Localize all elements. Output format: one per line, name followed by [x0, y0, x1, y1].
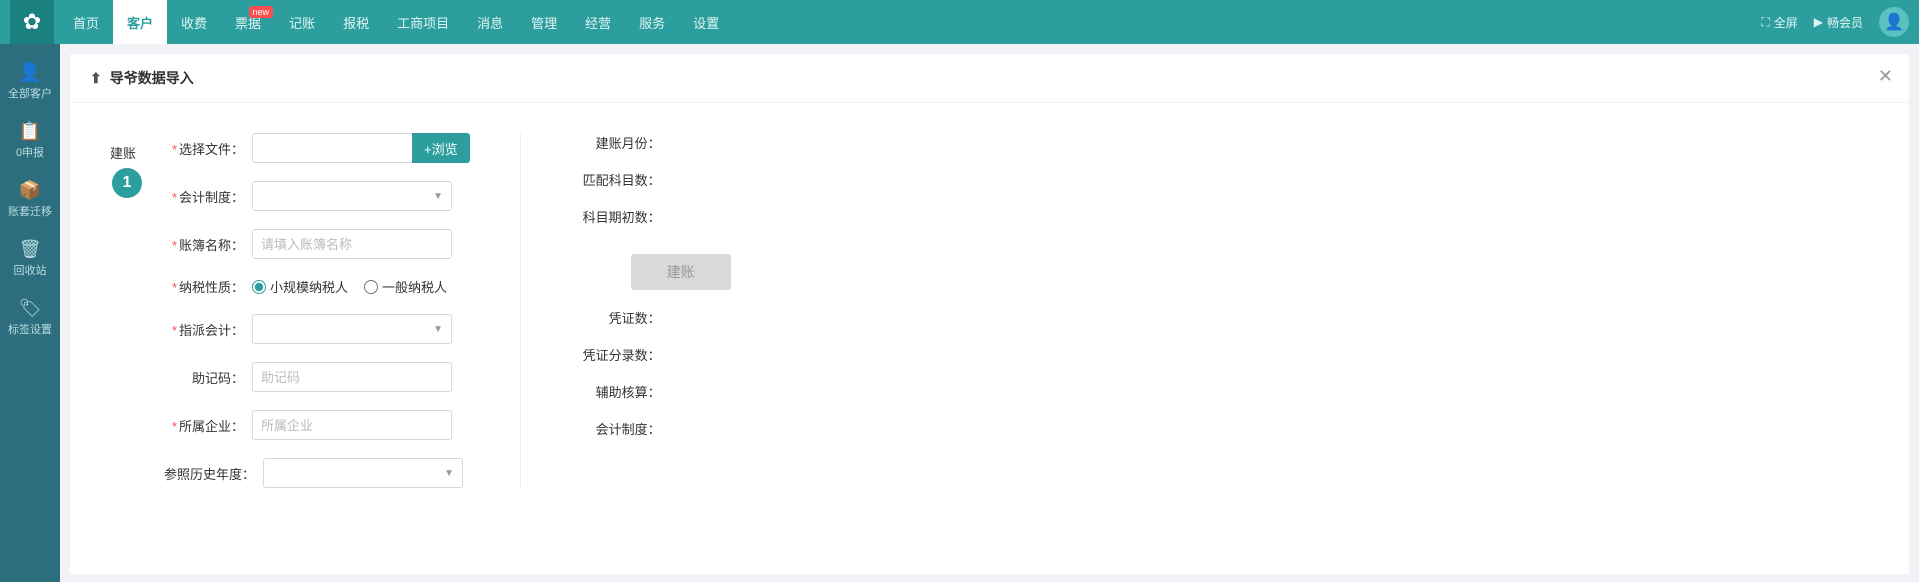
close-button[interactable]: ✕ [1878, 66, 1893, 87]
match-subjects-row: 匹配科目数： [571, 170, 791, 189]
tax-type-small[interactable]: 小规模纳税人 [252, 277, 348, 296]
match-subjects-label: 匹配科目数： [571, 170, 661, 189]
recycle-icon: 🗑 [19, 239, 42, 260]
vouchers-label: 凭证数： [571, 308, 661, 327]
page-header: ⬆ 导爷数据导入 [70, 54, 1909, 103]
nav-item-account[interactable]: 记账 [275, 0, 329, 44]
nav-item-business[interactable]: 工商项目 [383, 0, 463, 44]
fullscreen-icon: ⛶ [1761, 15, 1769, 30]
declaration-icon: 📋 [19, 121, 41, 142]
header-upload-icon: ⬆ [90, 70, 102, 87]
voucher-entries-row: 凭证分录数： [571, 345, 791, 364]
tax-type-label: *纳税性质： [164, 277, 244, 296]
form-divider [520, 133, 521, 488]
nav-item-customer[interactable]: 客户 [113, 0, 167, 44]
accounting-system-label: *会计制度： [164, 187, 244, 206]
nav-right: ⛶ 全屏 ▶ 畅会员 👤 [1761, 7, 1909, 37]
vip-btn[interactable]: ▶ 畅会员 [1814, 14, 1863, 31]
historical-year-select[interactable] [264, 459, 462, 487]
ledger-name-input[interactable] [252, 229, 452, 259]
build-month-row: 建账月份： [571, 133, 791, 152]
nav-items: 首页 客户 收费 票据 new 记账 报税 工商项目 消息 管理 经营 服务 设… [59, 0, 733, 44]
vip-icon: ▶ [1814, 15, 1823, 29]
build-btn-area: 建账 [571, 254, 791, 290]
nav-item-tax[interactable]: 报税 [329, 0, 383, 44]
build-account-button[interactable]: 建账 [631, 254, 731, 290]
step-text: 建账 [110, 143, 136, 162]
accounting-system-select-wrap: ▼ [252, 181, 452, 211]
tax-type-general-radio[interactable] [364, 280, 378, 294]
ledger-name-label: *账簿名称： [164, 235, 244, 254]
nav-item-invoice[interactable]: 票据 new [221, 0, 275, 44]
tax-type-general[interactable]: 一般纳税人 [364, 277, 447, 296]
form-area: 建账 1 *选择文件： +浏览 [70, 103, 1909, 518]
memo-code-input[interactable] [252, 362, 452, 392]
tax-type-row: *纳税性质： 小规模纳税人 一般纳税人 [164, 277, 470, 296]
build-month-label: 建账月份： [571, 133, 661, 152]
layout: 👤 全部客户 📋 0申报 📦 账套迁移 🗑 回收站 🏷 标签设置 ⬆ 导爷数据导… [0, 44, 1919, 582]
nav-item-manage[interactable]: 管理 [517, 0, 571, 44]
nav-item-home[interactable]: 首页 [59, 0, 113, 44]
all-customers-icon: 👤 [19, 62, 41, 83]
memo-code-label: 助记码： [164, 368, 244, 387]
file-select-label: *选择文件： [164, 139, 244, 158]
company-input[interactable] [252, 410, 452, 440]
initial-subjects-row: 科目期初数： [571, 207, 791, 226]
nav-item-service[interactable]: 服务 [625, 0, 679, 44]
initial-subjects-label: 科目期初数： [571, 207, 661, 226]
sidebar: 👤 全部客户 📋 0申报 📦 账套迁移 🗑 回收站 🏷 标签设置 [0, 44, 60, 582]
browse-button[interactable]: +浏览 [412, 133, 470, 163]
nav-item-operation[interactable]: 经营 [571, 0, 625, 44]
aux-accounting-row: 辅助核算： [571, 382, 791, 401]
page-title: 导爷数据导入 [110, 68, 194, 88]
migration-icon: 📦 [19, 180, 41, 201]
historical-year-label: 参照历史年度： [164, 464, 255, 483]
accountant-select-wrap: ▼ [252, 314, 452, 344]
sidebar-item-migration[interactable]: 📦 账套迁移 [2, 172, 58, 227]
accounting-system-row: *会计制度： ▼ [164, 181, 470, 211]
invoice-badge: new [249, 6, 274, 18]
step-circle: 1 [112, 168, 142, 198]
sidebar-item-recycle[interactable]: 🗑 回收站 [2, 231, 58, 286]
top-nav: ✿ 首页 客户 收费 票据 new 记账 报税 工商项目 消息 管理 经营 服务… [0, 0, 1919, 44]
page-container: ⬆ 导爷数据导入 ✕ 建账 1 [70, 54, 1909, 574]
file-input-wrap: +浏览 [252, 133, 470, 163]
tag-settings-icon: 🏷 [19, 298, 42, 319]
sidebar-item-all-customers[interactable]: 👤 全部客户 [2, 54, 58, 109]
sidebar-item-declaration[interactable]: 📋 0申报 [2, 113, 58, 168]
step-label: 建账 1 [110, 133, 144, 198]
accounting-system-select[interactable] [253, 182, 451, 210]
main-content: ⬆ 导爷数据导入 ✕ 建账 1 [60, 44, 1919, 582]
file-text-input[interactable] [252, 133, 412, 163]
nav-item-billing[interactable]: 收费 [167, 0, 221, 44]
avatar-icon: 👤 [1884, 12, 1904, 32]
right-accounting-system-label: 会计制度： [571, 419, 661, 438]
historical-year-row: 参照历史年度： ▼ [164, 458, 470, 488]
step-section: 建账 1 *选择文件： +浏览 [110, 133, 470, 488]
historical-year-select-wrap: ▼ [263, 458, 463, 488]
fullscreen-btn[interactable]: ⛶ 全屏 [1761, 14, 1797, 31]
logo-icon: ✿ [23, 9, 41, 35]
ledger-name-row: *账簿名称： [164, 229, 470, 259]
sidebar-item-tag-settings[interactable]: 🏷 标签设置 [2, 290, 58, 345]
aux-accounting-label: 辅助核算： [571, 382, 661, 401]
accountant-row: *指派会计： ▼ [164, 314, 470, 344]
voucher-entries-label: 凭证分录数： [571, 345, 661, 364]
form-fields: *选择文件： +浏览 *会计制度： [164, 133, 470, 488]
vouchers-row: 凭证数： [571, 308, 791, 327]
accountant-label: *指派会计： [164, 320, 244, 339]
file-select-row: *选择文件： +浏览 [164, 133, 470, 163]
memo-code-row: 助记码： [164, 362, 470, 392]
right-accounting-system-row: 会计制度： [571, 419, 791, 438]
tax-type-small-radio[interactable] [252, 280, 266, 294]
company-label: *所属企业： [164, 416, 244, 435]
form-right: 建账月份： 匹配科目数： 科目期初数： 建账 凭证 [571, 133, 791, 488]
accountant-select[interactable] [253, 315, 451, 343]
logo-area: ✿ [10, 0, 54, 44]
company-row: *所属企业： [164, 410, 470, 440]
nav-item-settings[interactable]: 设置 [679, 0, 733, 44]
avatar[interactable]: 👤 [1879, 7, 1909, 37]
nav-item-message[interactable]: 消息 [463, 0, 517, 44]
tax-type-radio-group: 小规模纳税人 一般纳税人 [252, 277, 447, 296]
